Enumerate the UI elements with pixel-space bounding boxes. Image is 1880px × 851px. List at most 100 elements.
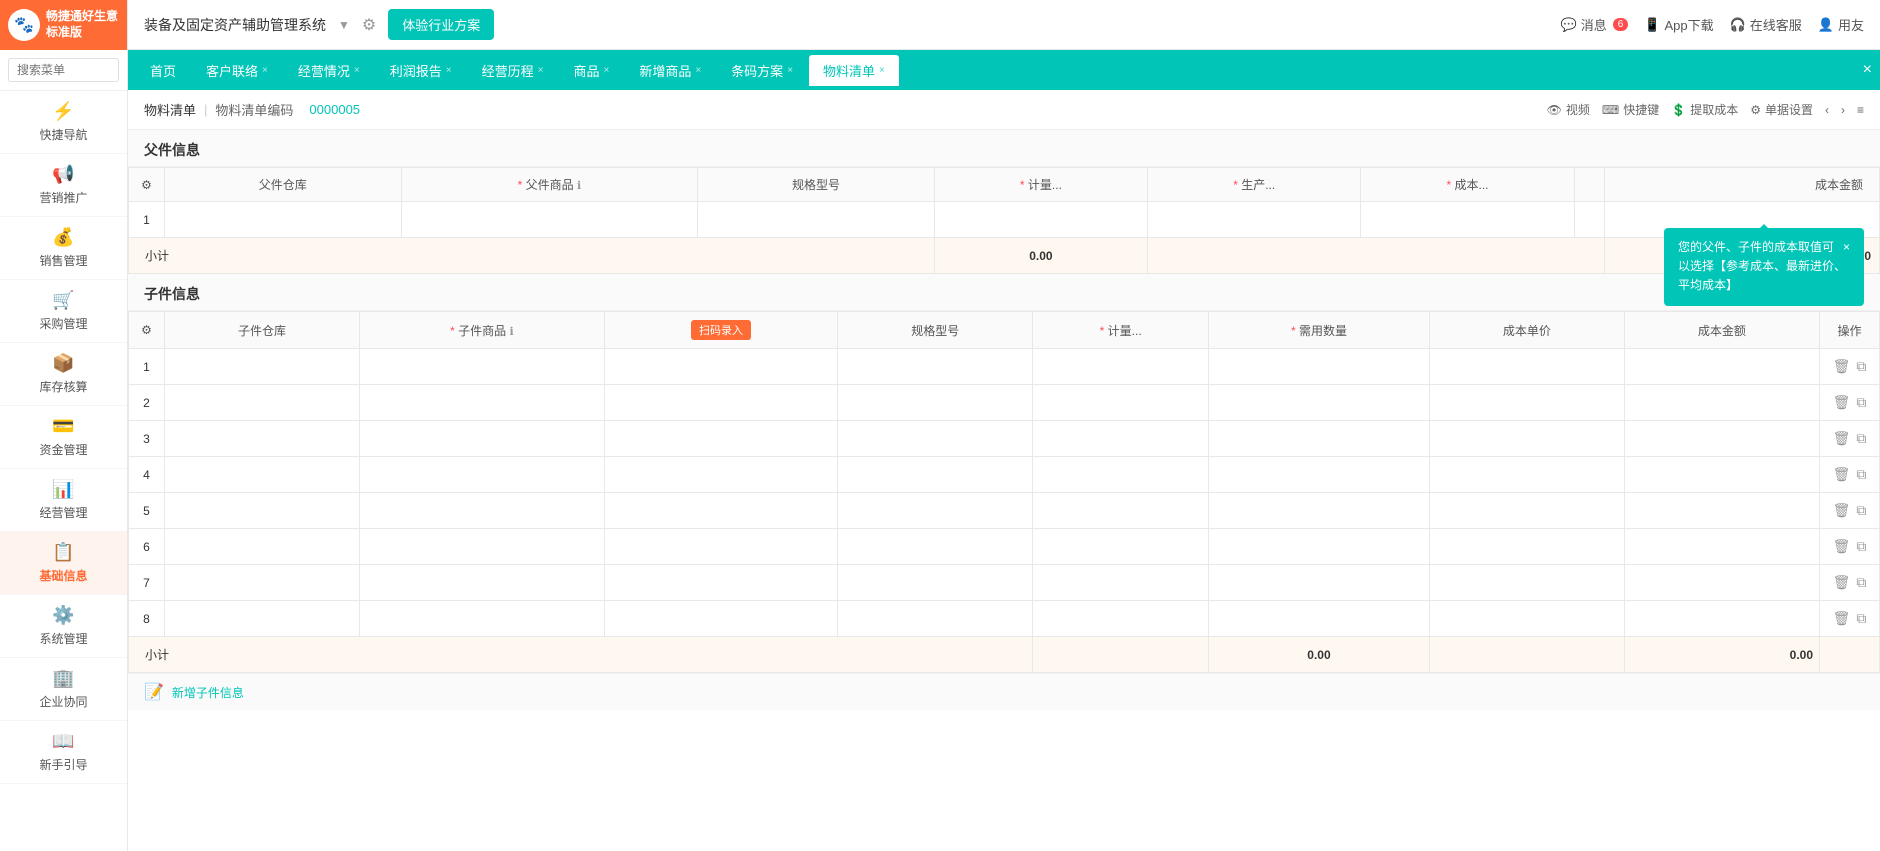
delete-row2-icon[interactable]: 🗑 bbox=[1833, 394, 1851, 411]
settings-icon[interactable]: ⚙ bbox=[362, 15, 376, 35]
nav-prev-icon[interactable]: ‹ bbox=[1825, 103, 1829, 117]
nav-next-icon[interactable]: › bbox=[1841, 103, 1845, 117]
child-row3-warehouse[interactable] bbox=[165, 421, 360, 457]
close-all-tabs[interactable]: × bbox=[1863, 61, 1872, 79]
sidebar-item-basic-info[interactable]: 📋 基础信息 bbox=[0, 532, 127, 595]
child-row2-qty[interactable] bbox=[1209, 385, 1430, 421]
sidebar-item-system[interactable]: ⚙️ 系统管理 bbox=[0, 595, 127, 658]
parent-cost-cell[interactable] bbox=[1361, 202, 1574, 238]
child-subtotal-label: 小计 bbox=[129, 637, 1033, 673]
tab-goods[interactable]: 商品 × bbox=[559, 55, 623, 86]
tab-operations[interactable]: 经营情况 × bbox=[284, 55, 374, 86]
topbar-right: 💬 消息 6 📱 App下载 🎧 在线客服 👤 用友 bbox=[1561, 15, 1865, 34]
child-row2-unit-price[interactable] bbox=[1429, 385, 1624, 421]
tab-new-goods-close[interactable]: × bbox=[695, 65, 701, 76]
online-service-button[interactable]: 🎧 在线客服 bbox=[1730, 15, 1802, 34]
child-row2-warehouse[interactable] bbox=[165, 385, 360, 421]
delete-row7-icon[interactable]: 🗑 bbox=[1833, 574, 1851, 591]
copy-row8-icon[interactable]: ⧉ bbox=[1856, 610, 1866, 627]
parent-warehouse-cell[interactable] bbox=[165, 202, 402, 238]
add-row-label[interactable]: 新增子件信息 bbox=[172, 684, 244, 701]
tab-profit-close[interactable]: × bbox=[446, 65, 452, 76]
parent-table: ⚙ 父件仓库 * 父件商品 ℹ 规格型号 * 计量... * 生产... * 成… bbox=[128, 167, 1880, 274]
sidebar-item-inventory[interactable]: 📦 库存核算 bbox=[0, 343, 127, 406]
copy-row1-icon[interactable]: ⧉ bbox=[1856, 358, 1866, 375]
tab-barcode[interactable]: 条码方案 × bbox=[717, 55, 807, 86]
child-row3-qty[interactable] bbox=[1209, 421, 1430, 457]
search-input[interactable] bbox=[8, 58, 119, 82]
child-col-settings[interactable]: ⚙ bbox=[129, 312, 165, 349]
child-col-goods: * 子件商品 ℹ bbox=[360, 312, 605, 349]
doc-settings-button[interactable]: ⚙ 单据设置 bbox=[1750, 101, 1813, 118]
tab-new-goods[interactable]: 新增商品 × bbox=[625, 55, 715, 86]
tab-history-close[interactable]: × bbox=[538, 65, 544, 76]
delete-row1-icon[interactable]: 🗑 bbox=[1833, 358, 1851, 375]
tab-profit[interactable]: 利润报告 × bbox=[376, 55, 466, 86]
child-row3-unit-price[interactable] bbox=[1429, 421, 1624, 457]
sidebar-item-operations[interactable]: 📊 经营管理 bbox=[0, 469, 127, 532]
child-row1-unit-price[interactable] bbox=[1429, 349, 1624, 385]
child-row2-goods[interactable] bbox=[360, 385, 605, 421]
user-menu[interactable]: 👤 用友 bbox=[1818, 15, 1864, 34]
parent-goods-cell[interactable] bbox=[401, 202, 698, 238]
child-row3-goods[interactable] bbox=[360, 421, 605, 457]
delete-row8-icon[interactable]: 🗑 bbox=[1833, 610, 1851, 627]
video-icon: 👁 bbox=[1547, 103, 1562, 117]
view-video-button[interactable]: 👁 视频 bbox=[1547, 101, 1590, 118]
sidebar-item-marketing[interactable]: 📢 营销推广 bbox=[0, 154, 127, 217]
tab-goods-close[interactable]: × bbox=[603, 65, 609, 76]
copy-row3-icon[interactable]: ⧉ bbox=[1856, 430, 1866, 447]
parent-col-settings[interactable]: ⚙ bbox=[129, 168, 165, 202]
copy-row5-icon[interactable]: ⧉ bbox=[1856, 502, 1866, 519]
child-col-warehouse: 子件仓库 bbox=[165, 312, 360, 349]
child-row1-unit[interactable] bbox=[1033, 349, 1209, 385]
sidebar-item-enterprise[interactable]: 🏢 企业协同 bbox=[0, 658, 127, 721]
child-row2-spec[interactable] bbox=[838, 385, 1033, 421]
scan-input-button[interactable]: 扫码录入 bbox=[691, 320, 751, 340]
tab-customer-close[interactable]: × bbox=[262, 65, 268, 76]
topbar: 装备及固定资产辅助管理系统 ▼ ⚙ 体验行业方案 💬 消息 6 📱 App下载 … bbox=[128, 0, 1880, 50]
child-row3-spec[interactable] bbox=[838, 421, 1033, 457]
child-row3-unit[interactable] bbox=[1033, 421, 1209, 457]
child-row2-unit[interactable] bbox=[1033, 385, 1209, 421]
delete-row4-icon[interactable]: 🗑 bbox=[1833, 466, 1851, 483]
tab-operations-close[interactable]: × bbox=[354, 65, 360, 76]
parent-unit-cell[interactable] bbox=[934, 202, 1147, 238]
sidebar-item-quick-nav[interactable]: ⚡ 快捷导航 bbox=[0, 91, 127, 154]
child-row1-qty[interactable] bbox=[1209, 349, 1430, 385]
logo-icon: 🐾 bbox=[8, 9, 40, 41]
copy-row2-icon[interactable]: ⧉ bbox=[1856, 394, 1866, 411]
sidebar-item-finance[interactable]: 💳 资金管理 bbox=[0, 406, 127, 469]
delete-row6-icon[interactable]: 🗑 bbox=[1833, 538, 1851, 555]
copy-row4-icon[interactable]: ⧉ bbox=[1856, 466, 1866, 483]
parent-spec-cell[interactable] bbox=[698, 202, 935, 238]
extract-cost-button[interactable]: 💲 提取成本 bbox=[1671, 101, 1738, 118]
tab-history[interactable]: 经营历程 × bbox=[468, 55, 558, 86]
delete-row3-icon[interactable]: 🗑 bbox=[1833, 430, 1851, 447]
tab-bom[interactable]: 物料清单 × bbox=[809, 55, 899, 86]
child-row1-warehouse[interactable] bbox=[165, 349, 360, 385]
messages-button[interactable]: 💬 消息 6 bbox=[1561, 15, 1629, 34]
child-row: 5 🗑 ⧉ bbox=[129, 493, 1880, 529]
grid-view-icon[interactable]: ≡ bbox=[1857, 103, 1864, 117]
sidebar-item-guide[interactable]: 📖 新手引导 bbox=[0, 721, 127, 784]
tooltip-close-button[interactable]: × bbox=[1843, 238, 1850, 257]
copy-row7-icon[interactable]: ⧉ bbox=[1856, 574, 1866, 591]
app-download-button[interactable]: 📱 App下载 bbox=[1644, 15, 1713, 34]
copy-row6-icon[interactable]: ⧉ bbox=[1856, 538, 1866, 555]
cost-icon: 💲 bbox=[1671, 103, 1686, 117]
sidebar-item-purchase[interactable]: 🛒 采购管理 bbox=[0, 280, 127, 343]
tab-bom-close[interactable]: × bbox=[879, 65, 885, 76]
child-row2-action: 🗑 ⧉ bbox=[1820, 385, 1880, 421]
tab-home[interactable]: 首页 bbox=[136, 55, 190, 86]
tab-customer[interactable]: 客户联络 × bbox=[192, 55, 282, 86]
tab-barcode-close[interactable]: × bbox=[787, 65, 793, 76]
child-row1-spec[interactable] bbox=[838, 349, 1033, 385]
sidebar-item-sales[interactable]: 💰 销售管理 bbox=[0, 217, 127, 280]
child-row1-goods[interactable] bbox=[360, 349, 605, 385]
delete-row5-icon[interactable]: 🗑 bbox=[1833, 502, 1851, 519]
trial-button[interactable]: 体验行业方案 bbox=[388, 9, 494, 40]
parent-production-cell[interactable] bbox=[1148, 202, 1361, 238]
dropdown-arrow-icon[interactable]: ▼ bbox=[338, 18, 350, 32]
shortcut-button[interactable]: ⌨ 快捷键 bbox=[1602, 101, 1659, 118]
